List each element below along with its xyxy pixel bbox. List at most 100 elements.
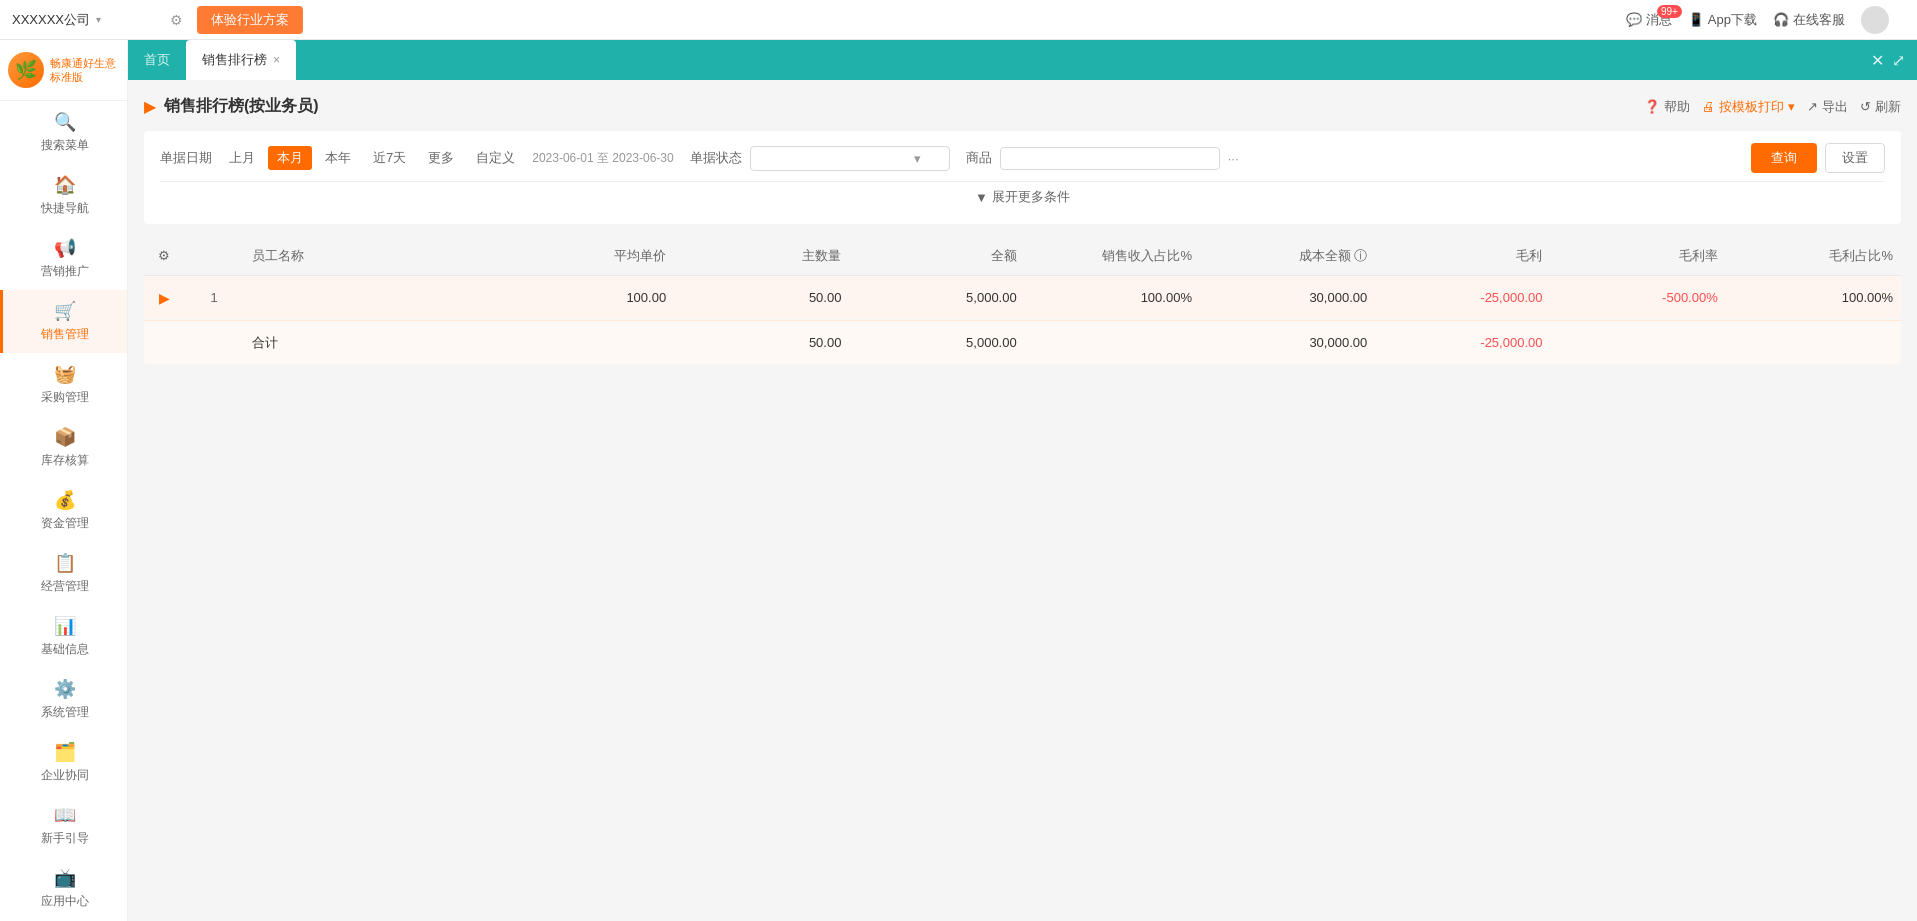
system-icon: ⚙️: [54, 678, 76, 700]
sidebar-item-system[interactable]: ⚙️ 系统管理: [0, 668, 127, 731]
sidebar-item-sales-label: 销售管理: [41, 326, 89, 343]
operations-icon: 📋: [54, 552, 76, 574]
tab-bar: 首页 销售排行榜 × ✕ ⤢: [128, 40, 1917, 80]
sidebar: 🌿 畅康通好生意标准版 🔍 搜索菜单 🏠 快捷导航 📢 营销推广 🛒 销售管理 …: [0, 40, 128, 921]
main-layout: 🌿 畅康通好生意标准版 🔍 搜索菜单 🏠 快捷导航 📢 营销推广 🛒 销售管理 …: [0, 40, 1917, 921]
date-label: 单据日期: [160, 149, 212, 167]
refresh-button[interactable]: ↺ 刷新: [1860, 98, 1901, 116]
basic-info-icon: 📊: [54, 615, 76, 637]
home-icon: 🏠: [54, 174, 76, 196]
avatar[interactable]: [1861, 6, 1889, 34]
expand-arrow-icon[interactable]: ▶: [144, 97, 156, 116]
print-button[interactable]: 🖨 按模板打印 ▾: [1702, 98, 1795, 116]
filter-ellipsis[interactable]: ···: [1228, 151, 1239, 166]
sidebar-item-operations-label: 经营管理: [41, 578, 89, 595]
col-header-gross: 毛利: [1375, 247, 1550, 265]
goods-search-input[interactable]: [1009, 151, 1211, 166]
app-icon: 📱: [1688, 12, 1704, 27]
footer-qty: 50.00: [674, 335, 849, 350]
content-area: 首页 销售排行榜 × ✕ ⤢ ▶ 销售排行榜(按业务员) ❓ 帮助: [128, 40, 1917, 921]
sidebar-item-search[interactable]: 🔍 搜索菜单: [0, 101, 127, 164]
company-name: XXXXXX公司: [12, 11, 90, 29]
sidebar-item-system-label: 系统管理: [41, 704, 89, 721]
enterprise-icon: 🗂️: [54, 741, 76, 763]
tab-close-window-icon[interactable]: ✕: [1871, 51, 1884, 70]
online-service-button[interactable]: 🎧 在线客服: [1773, 11, 1845, 29]
footer-gross: -25,000.00: [1375, 335, 1550, 350]
sidebar-item-guide-label: 新手引导: [41, 830, 89, 847]
date-tab-this-year[interactable]: 本年: [316, 146, 360, 170]
set-button[interactable]: 设置: [1825, 143, 1885, 173]
company-dropdown-arrow: ▾: [96, 14, 101, 25]
date-tab-last-month[interactable]: 上月: [220, 146, 264, 170]
page-title: 销售排行榜(按业务员): [164, 96, 319, 117]
app-download-button[interactable]: 📱 App下载: [1688, 11, 1757, 29]
sidebar-item-basic-info[interactable]: 📊 基础信息: [0, 605, 127, 668]
sidebar-item-inventory[interactable]: 📦 库存核算: [0, 416, 127, 479]
date-tab-this-month[interactable]: 本月: [268, 146, 312, 170]
row-gross-rate: -500.00%: [1550, 290, 1725, 305]
row-amount: 5,000.00: [849, 290, 1024, 305]
expand-row: ▼ 展开更多条件: [160, 181, 1885, 212]
sidebar-item-finance[interactable]: 💰 资金管理: [0, 479, 127, 542]
status-select[interactable]: ▾: [750, 146, 950, 171]
sidebar-item-marketing-label: 营销推广: [41, 263, 89, 280]
sidebar-item-enterprise-label: 企业协同: [41, 767, 89, 784]
sidebar-item-finance-label: 资金管理: [41, 515, 89, 532]
query-button[interactable]: 查询: [1751, 143, 1817, 173]
data-table: ⚙ 员工名称 平均单价 主数量 全额 销售收入占比%: [144, 236, 1901, 364]
col-header-amount: 全额: [849, 247, 1024, 265]
topbar-right: 💬 消息 99+ 📱 App下载 🎧 在线客服: [1626, 6, 1905, 34]
sidebar-item-app-center[interactable]: 📺 应用中心: [0, 857, 127, 920]
trial-button[interactable]: 体验行业方案: [197, 6, 303, 34]
settings-icon[interactable]: ⚙: [170, 12, 183, 28]
date-tab-custom[interactable]: 自定义: [467, 146, 524, 170]
inventory-icon: 📦: [54, 426, 76, 448]
date-tab-more[interactable]: 更多: [419, 146, 463, 170]
row-settings[interactable]: ▶: [144, 290, 184, 306]
col-header-settings[interactable]: ⚙: [144, 248, 184, 263]
message-button[interactable]: 💬 消息 99+: [1626, 11, 1672, 29]
sidebar-item-guide[interactable]: 📖 新手引导: [0, 794, 127, 857]
logo-icon: 🌿: [8, 52, 44, 88]
sidebar-item-sales[interactable]: 🛒 销售管理: [0, 290, 127, 353]
sidebar-item-app-center-label: 应用中心: [41, 893, 89, 910]
date-tab-7days[interactable]: 近7天: [364, 146, 415, 170]
logo-text: 畅康通好生意标准版: [50, 56, 116, 85]
page-actions: ❓ 帮助 🖨 按模板打印 ▾ ↗ 导出 ↺ 刷新: [1644, 98, 1901, 116]
guide-icon: 📖: [54, 804, 76, 826]
tab-home[interactable]: 首页: [128, 40, 186, 80]
col-header-gross-pct: 毛利占比%: [1726, 247, 1901, 265]
row-avg-price: 100.00: [499, 290, 674, 305]
tab-close-icon[interactable]: ×: [273, 53, 280, 67]
expand-conditions-button[interactable]: ▼ 展开更多条件: [975, 188, 1070, 206]
sidebar-item-search-label: 搜索菜单: [41, 137, 89, 154]
row-gross-pct: 100.00%: [1726, 290, 1901, 305]
topbar: XXXXXX公司 ▾ ⚙ 体验行业方案 💬 消息 99+ 📱 App下载 🎧 在…: [0, 0, 1917, 40]
sidebar-item-quicknav-label: 快捷导航: [41, 200, 89, 217]
tab-maximize-icon[interactable]: ⤢: [1892, 51, 1905, 70]
tab-home-label: 首页: [144, 51, 170, 69]
row-gross: -25,000.00: [1375, 290, 1550, 305]
sidebar-item-inventory-label: 库存核算: [41, 452, 89, 469]
page-content: ▶ 销售排行榜(按业务员) ❓ 帮助 🖨 按模板打印 ▾ ↗ 导出: [128, 80, 1917, 921]
company-selector[interactable]: XXXXXX公司 ▾: [12, 11, 162, 29]
status-label: 单据状态: [690, 149, 742, 167]
col-header-sales-pct: 销售收入占比%: [1025, 247, 1200, 265]
goods-filter: 商品 ···: [966, 147, 1239, 170]
sidebar-item-enterprise[interactable]: 🗂️ 企业协同: [0, 731, 127, 794]
status-dropdown-arrow: ▾: [914, 151, 921, 166]
sidebar-item-marketing[interactable]: 📢 营销推广: [0, 227, 127, 290]
footer-label: 合计: [244, 334, 499, 352]
purchase-icon: 🧺: [54, 363, 76, 385]
sidebar-item-quicknav[interactable]: 🏠 快捷导航: [0, 164, 127, 227]
sidebar-item-operations[interactable]: 📋 经营管理: [0, 542, 127, 605]
help-button[interactable]: ❓ 帮助: [1644, 98, 1690, 116]
tab-sales-ranking[interactable]: 销售排行榜 ×: [186, 40, 296, 80]
sidebar-logo: 🌿 畅康通好生意标准版: [0, 40, 127, 101]
row-cost: 30,000.00: [1200, 290, 1375, 305]
app-center-icon: 📺: [54, 867, 76, 889]
sidebar-item-purchase[interactable]: 🧺 采购管理: [0, 353, 127, 416]
export-button[interactable]: ↗ 导出: [1807, 98, 1848, 116]
tab-bar-right: ✕ ⤢: [1871, 51, 1917, 70]
